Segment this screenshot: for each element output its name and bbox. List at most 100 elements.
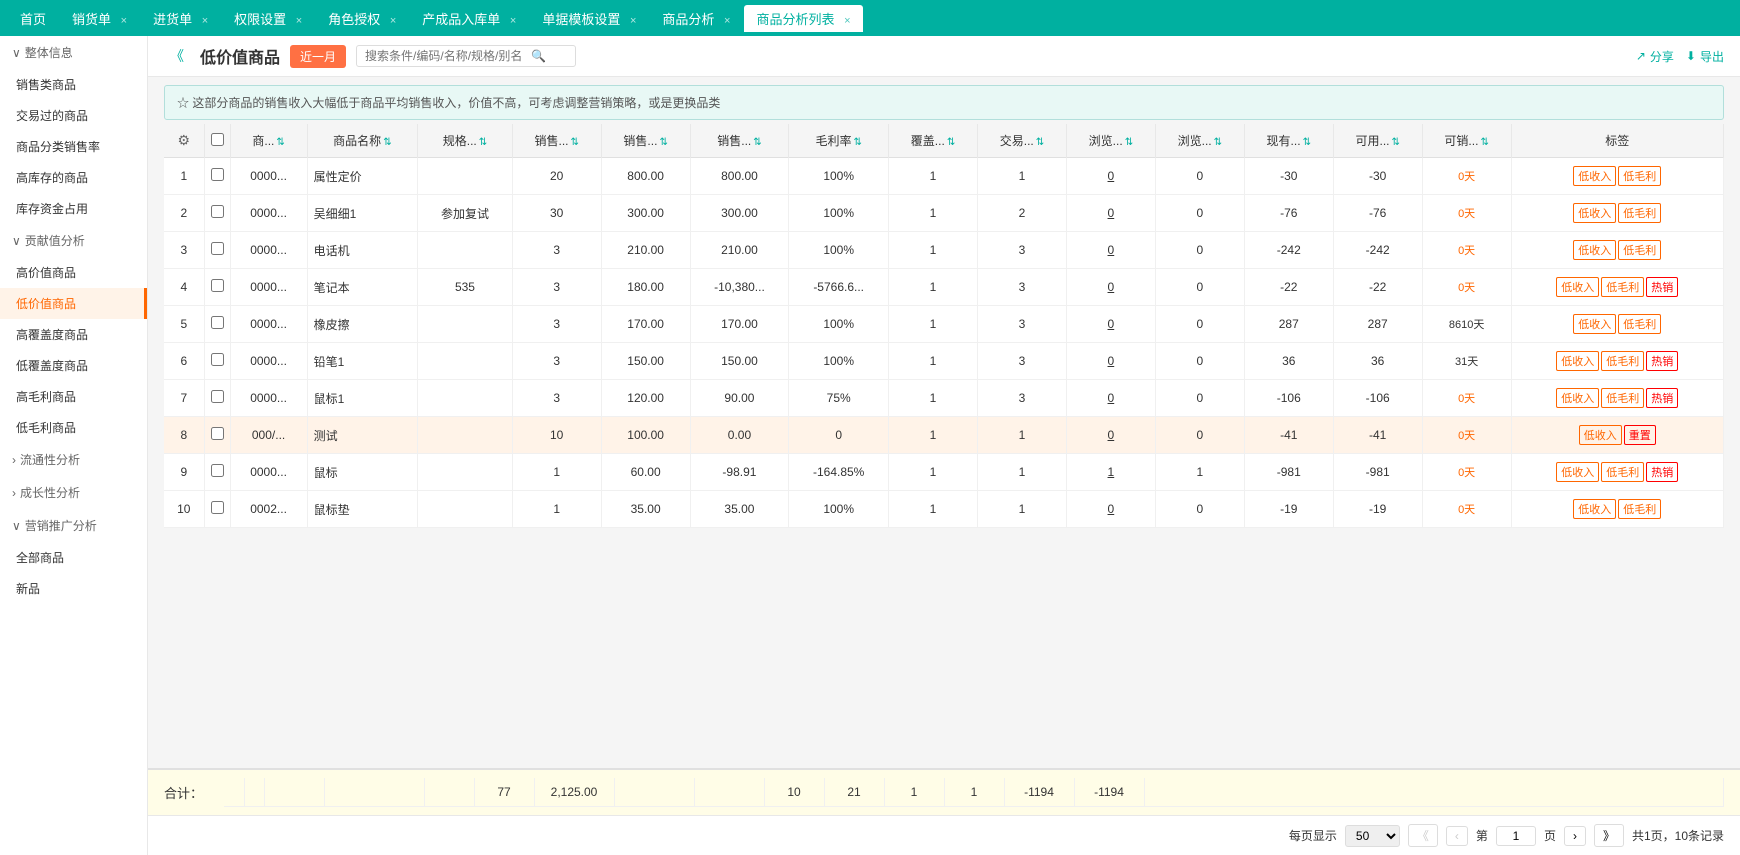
- sidebar-collapse-button[interactable]: 《: [164, 44, 190, 68]
- sidebar-item-high-value[interactable]: 高价值商品: [0, 257, 147, 288]
- row-current-stock: -22: [1244, 269, 1333, 306]
- th-name[interactable]: 商品名称⇅: [307, 124, 418, 158]
- table-row: 10 0002... 鼠标垫 1 35.00 35.00 100% 1 1 0 …: [164, 491, 1724, 528]
- search-input[interactable]: [365, 49, 525, 63]
- row-checkbox[interactable]: [211, 279, 224, 292]
- th-sellable-stock[interactable]: 可销...⇅: [1422, 124, 1511, 158]
- first-page-button[interactable]: 《: [1408, 824, 1438, 847]
- row-checkbox[interactable]: [211, 390, 224, 403]
- browse-link[interactable]: 0: [1108, 206, 1115, 220]
- browse-link[interactable]: 0: [1108, 502, 1115, 516]
- nav-inventory-close[interactable]: ×: [510, 15, 516, 27]
- sidebar-item-new-products[interactable]: 新品: [0, 573, 147, 604]
- th-sales-qty[interactable]: 销售...⇅: [512, 124, 601, 158]
- nav-analysis-list-close[interactable]: ×: [844, 15, 850, 27]
- last-page-button[interactable]: 》: [1594, 824, 1624, 847]
- page-number-input[interactable]: [1496, 826, 1536, 846]
- sidebar-group-contribution[interactable]: ∨ 贡献值分析: [0, 224, 147, 257]
- browse-link[interactable]: 0: [1108, 317, 1115, 331]
- row-margin: 0: [789, 417, 889, 454]
- sidebar-item-traded-products[interactable]: 交易过的商品: [0, 100, 147, 131]
- export-icon: ⬇: [1686, 49, 1696, 63]
- search-icon[interactable]: 🔍: [531, 49, 546, 63]
- row-checkbox[interactable]: [211, 427, 224, 440]
- th-margin[interactable]: 毛利率⇅: [789, 124, 889, 158]
- sidebar-item-sales-products[interactable]: 销售类商品: [0, 69, 147, 100]
- sidebar-group-marketing[interactable]: ∨ 营销推广分析: [0, 509, 147, 542]
- nav-analysis-list[interactable]: 商品分析列表 ×: [744, 5, 862, 32]
- sidebar-item-high-coverage[interactable]: 高覆盖度商品: [0, 319, 147, 350]
- nav-inventory[interactable]: 产成品入库单 ×: [410, 5, 528, 32]
- nav-roles-close[interactable]: ×: [390, 15, 396, 27]
- export-button[interactable]: ⬇ 导出: [1686, 48, 1724, 65]
- th-sales-price[interactable]: 销售...⇅: [601, 124, 690, 158]
- th-sales-amount[interactable]: 销售...⇅: [690, 124, 789, 158]
- product-tag: 热销: [1646, 277, 1678, 297]
- row-checkbox[interactable]: [211, 501, 224, 514]
- row-name: 属性定价: [307, 158, 418, 195]
- browse-link[interactable]: 0: [1108, 391, 1115, 405]
- sidebar-item-low-coverage[interactable]: 低覆盖度商品: [0, 350, 147, 381]
- prev-page-button[interactable]: ‹: [1446, 826, 1468, 846]
- th-settings[interactable]: ⚙: [164, 124, 204, 158]
- browse-link[interactable]: 0: [1108, 169, 1115, 183]
- sidebar-item-low-margin[interactable]: 低毛利商品: [0, 412, 147, 443]
- sidebar-group-growth[interactable]: › 成长性分析: [0, 476, 147, 509]
- nav-roles[interactable]: 角色授权 ×: [316, 5, 408, 32]
- settings-icon[interactable]: ⚙: [178, 132, 191, 148]
- page-size-select[interactable]: 10 20 50 100: [1345, 825, 1400, 847]
- nav-analysis-close[interactable]: ×: [724, 15, 730, 27]
- sidebar-item-category-sales[interactable]: 商品分类销售率: [0, 131, 147, 162]
- row-coverage: 1: [889, 417, 978, 454]
- sidebar-item-high-inventory[interactable]: 高库存的商品: [0, 162, 147, 193]
- row-browse2: 0: [1155, 195, 1244, 232]
- th-browse2[interactable]: 浏览...⇅: [1155, 124, 1244, 158]
- nav-permissions[interactable]: 权限设置 ×: [222, 5, 314, 32]
- row-checkbox[interactable]: [211, 168, 224, 181]
- chevron-right-icon-2: ›: [12, 486, 16, 500]
- days-value: 0天: [1458, 171, 1475, 183]
- browse-link[interactable]: 0: [1108, 354, 1115, 368]
- browse-link[interactable]: 0: [1108, 428, 1115, 442]
- sidebar-item-inventory-capital[interactable]: 库存资金占用: [0, 193, 147, 224]
- th-browse1[interactable]: 浏览...⇅: [1066, 124, 1155, 158]
- nav-analysis[interactable]: 商品分析 ×: [650, 5, 742, 32]
- nav-sales-close[interactable]: ×: [121, 15, 127, 27]
- filter-period-button[interactable]: 近一月: [290, 45, 346, 68]
- nav-sales[interactable]: 销货单 ×: [60, 5, 139, 32]
- nav-permissions-close[interactable]: ×: [296, 15, 302, 27]
- th-current-stock[interactable]: 现有...⇅: [1244, 124, 1333, 158]
- nav-home[interactable]: 首页: [8, 5, 58, 32]
- th-trade[interactable]: 交易...⇅: [977, 124, 1066, 158]
- next-page-button[interactable]: ›: [1564, 826, 1586, 846]
- sidebar-item-high-margin[interactable]: 高毛利商品: [0, 381, 147, 412]
- nav-template[interactable]: 单据模板设置 ×: [530, 5, 648, 32]
- nav-template-close[interactable]: ×: [630, 15, 636, 27]
- th-spec[interactable]: 规格...⇅: [418, 124, 513, 158]
- row-checkbox[interactable]: [211, 242, 224, 255]
- main-layout: ∨ 整体信息 销售类商品 交易过的商品 商品分类销售率 高库存的商品 库存资金占…: [0, 36, 1740, 855]
- sidebar-item-low-value[interactable]: 低价值商品: [0, 288, 147, 319]
- share-button[interactable]: ↗ 分享: [1636, 48, 1674, 65]
- table-container: ⚙ 商...⇅ 商品名称⇅ 规格...⇅ 销售...⇅ 销售...⇅ 销售...…: [148, 124, 1740, 768]
- th-available-stock[interactable]: 可用...⇅: [1333, 124, 1422, 158]
- nav-purchase-close[interactable]: ×: [202, 15, 208, 27]
- sidebar-item-all-products[interactable]: 全部商品: [0, 542, 147, 573]
- sidebar-group-circulation[interactable]: › 流通性分析: [0, 443, 147, 476]
- th-coverage[interactable]: 覆盖...⇅: [889, 124, 978, 158]
- row-checkbox[interactable]: [211, 353, 224, 366]
- th-code[interactable]: 商...⇅: [230, 124, 307, 158]
- select-all-checkbox[interactable]: [211, 133, 224, 146]
- row-current-stock: -30: [1244, 158, 1333, 195]
- row-checkbox[interactable]: [211, 464, 224, 477]
- row-checkbox-cell: [204, 454, 230, 491]
- sidebar-group-overall[interactable]: ∨ 整体信息: [0, 36, 147, 69]
- browse-link[interactable]: 0: [1108, 243, 1115, 257]
- row-browse1: 0: [1066, 306, 1155, 343]
- browse-link[interactable]: 1: [1108, 465, 1115, 479]
- row-checkbox[interactable]: [211, 205, 224, 218]
- row-checkbox[interactable]: [211, 316, 224, 329]
- nav-purchase[interactable]: 进货单 ×: [141, 5, 220, 32]
- totals-label: 合计：: [164, 783, 224, 802]
- browse-link[interactable]: 0: [1108, 280, 1115, 294]
